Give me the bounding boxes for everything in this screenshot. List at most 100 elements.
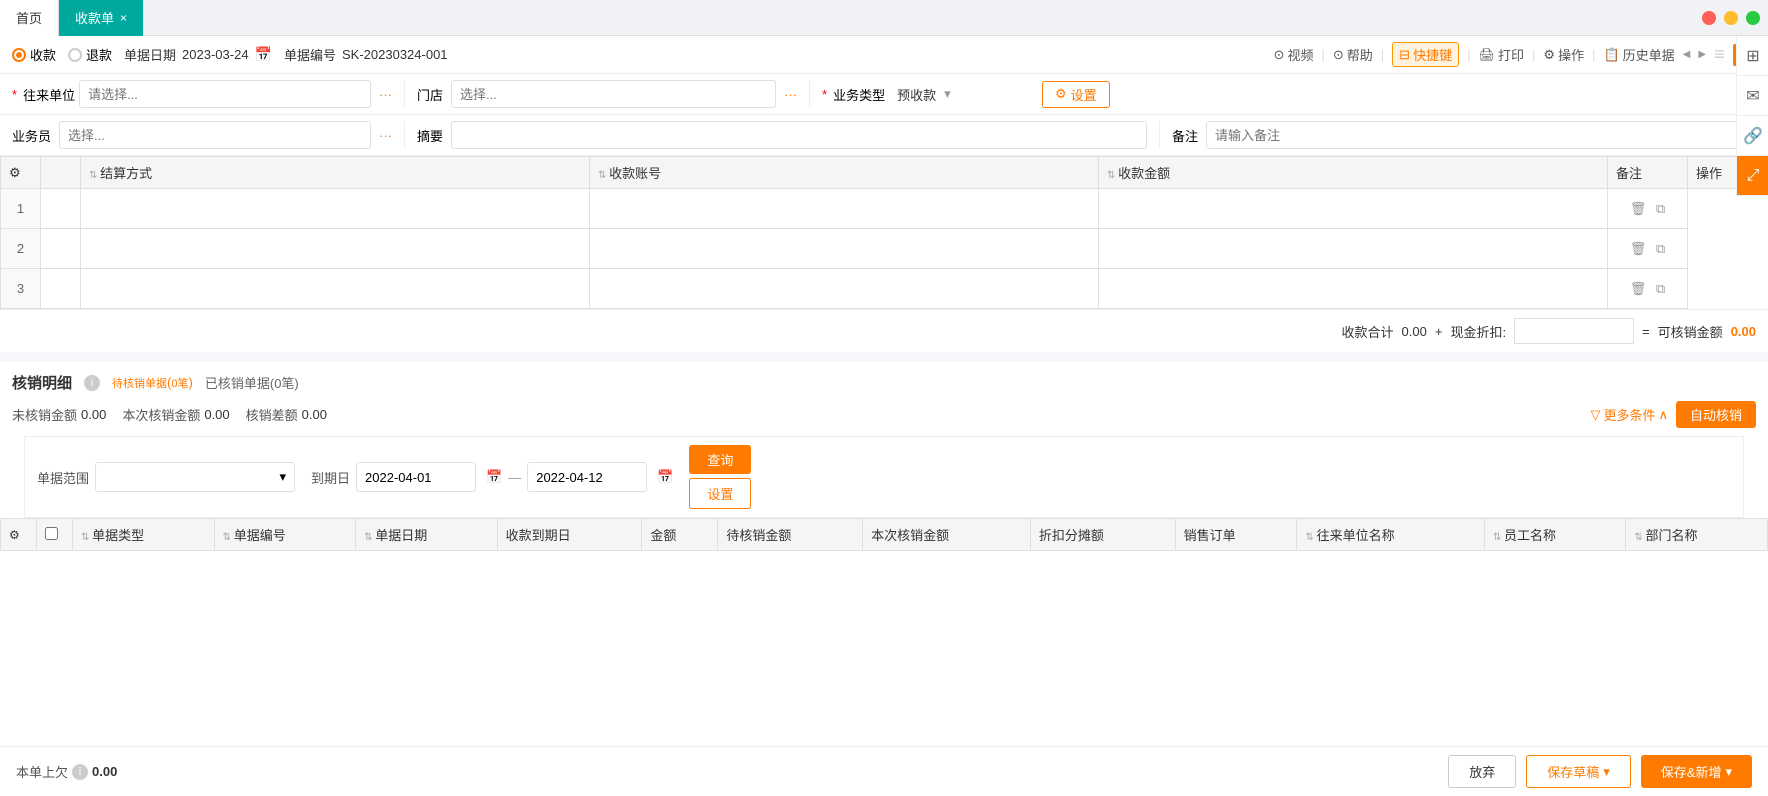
radio-tuikuan[interactable]: 退款 <box>68 45 112 64</box>
tab-close-icon[interactable]: × <box>120 11 127 25</box>
equals-sign: = <box>1642 324 1650 339</box>
calendar-icon[interactable]: 📅 <box>255 46 272 63</box>
business-type-label: 业务类型 <box>833 85 885 104</box>
bth-doc-date: ⇅ 单据日期 <box>356 519 498 551</box>
tab-home[interactable]: 首页 <box>0 0 59 36</box>
draft-arrow[interactable]: ▾ <box>1603 764 1610 780</box>
cell-remark-1[interactable] <box>1099 189 1608 229</box>
win-max-btn[interactable] <box>1746 11 1760 25</box>
radio-shoukuan[interactable]: 收款 <box>12 45 56 64</box>
business-type-value: 预收款 <box>897 85 936 104</box>
summary-input[interactable] <box>451 121 1147 149</box>
chevron-right-icon[interactable]: ▶ <box>1698 49 1706 60</box>
cell-amount-2[interactable] <box>590 229 1099 269</box>
delete-icon-2[interactable]: 🗑 <box>1630 241 1647 256</box>
chevron-left-icon[interactable]: ◀ <box>1683 49 1691 60</box>
cell-remark-3[interactable] <box>1099 269 1608 309</box>
number-label: 单据编号 <box>284 45 336 64</box>
th-account-label: 收款账号 <box>609 166 661 181</box>
th-settle-label: 结算方式 <box>100 166 152 181</box>
store-more-btn[interactable]: ··· <box>784 87 797 102</box>
filter-setting-btn[interactable]: 设置 <box>689 478 751 509</box>
tab-current[interactable]: 收款单 × <box>59 0 143 36</box>
date-from-input[interactable] <box>356 462 476 492</box>
date-value: 2023-03-24 <box>182 47 249 62</box>
sep-4 <box>1159 121 1160 149</box>
video-action[interactable]: ⊙ 视频 <box>1274 45 1314 64</box>
summary-label: 摘要 <box>417 126 443 145</box>
discount-input[interactable] <box>1514 318 1634 344</box>
sidebar-expand-icon[interactable]: ⤢ <box>1737 156 1768 196</box>
pending-tab-link[interactable]: 待核销单据(0笔) <box>112 375 193 391</box>
remark-input[interactable] <box>1206 121 1756 149</box>
draft-btn[interactable]: 保存草稿 ▾ <box>1526 755 1631 788</box>
total-label: 收款合计 <box>1342 322 1394 341</box>
copy-icon-1[interactable]: ⧉ <box>1656 201 1665 216</box>
cell-account-3[interactable] <box>81 269 590 309</box>
history-action[interactable]: 📋 历史单据 <box>1603 45 1674 64</box>
current-val: 0.00 <box>92 764 117 779</box>
completed-tab-link[interactable]: 已核销单据(0笔) <box>205 373 299 392</box>
cell-settle-2[interactable] <box>41 229 81 269</box>
sort-icon-dp: ⇅ <box>1634 532 1645 543</box>
counterpart-more-btn[interactable]: ··· <box>379 87 392 102</box>
footer-info: 本单上欠 i 0.00 <box>16 762 117 781</box>
cal-icon-from[interactable]: 📅 <box>486 469 502 485</box>
win-close-btn[interactable] <box>1702 11 1716 25</box>
list-icon[interactable]: ≡ <box>1714 44 1725 65</box>
sort-icon3: ⇅ <box>1107 170 1118 181</box>
cell-settle-3[interactable] <box>41 269 81 309</box>
dropdown-arrow[interactable]: ▾ <box>944 86 951 102</box>
copy-icon-3[interactable]: ⧉ <box>1656 281 1665 296</box>
form-row-2: 业务员 ··· 摘要 备注 <box>0 115 1768 156</box>
copy-icon-2[interactable]: ⧉ <box>1656 241 1665 256</box>
cell-settle-1[interactable] <box>41 189 81 229</box>
win-min-btn[interactable] <box>1724 11 1738 25</box>
pending-count: 0笔 <box>171 378 188 390</box>
range-select[interactable]: ▾ <box>95 462 295 492</box>
operation-action[interactable]: ⚙ 操作 <box>1543 45 1584 64</box>
counterpart-required: * <box>12 87 17 102</box>
sidebar-attach-icon[interactable]: 🔗 <box>1737 116 1768 156</box>
footer-actions: 放弃 保存草稿 ▾ 保存&新增 ▾ <box>1448 755 1752 788</box>
auto-verify-btn[interactable]: 自动核销 <box>1676 401 1756 428</box>
th-gear[interactable]: ⚙ <box>1 157 41 189</box>
sep3: | <box>1467 47 1470 62</box>
cell-account-1[interactable] <box>81 189 590 229</box>
unchecked-stat: 未核销金额 0.00 <box>12 405 106 424</box>
query-btn[interactable]: 查询 <box>689 445 751 474</box>
cell-remark-2[interactable] <box>1099 229 1608 269</box>
select-all-checkbox[interactable] <box>45 527 58 540</box>
bth-gear[interactable]: ⚙ <box>1 519 37 551</box>
save-btn[interactable]: 保存&新增 ▾ <box>1641 755 1752 788</box>
abandon-btn[interactable]: 放弃 <box>1448 755 1516 788</box>
cell-amount-3[interactable] <box>590 269 1099 309</box>
staff-input[interactable] <box>59 121 371 149</box>
help-action[interactable]: ⊙ 帮助 <box>1333 45 1373 64</box>
form-setting-btn[interactable]: ⚙ 设置 <box>1042 81 1110 108</box>
cell-amount-1[interactable] <box>590 189 1099 229</box>
window-controls <box>1702 11 1768 25</box>
more-conditions-btn[interactable]: ▽ 更多条件 ∧ <box>1590 405 1668 424</box>
sep-1 <box>404 80 405 108</box>
cell-actions-1: 🗑 ⧉ <box>1608 189 1688 229</box>
sidebar-mail-icon[interactable]: ✉ <box>1737 76 1768 116</box>
staff-more-btn[interactable]: ··· <box>379 128 392 143</box>
delete-icon-1[interactable]: 🗑 <box>1630 201 1647 216</box>
cell-account-2[interactable] <box>81 229 590 269</box>
date-to-input[interactable] <box>527 462 647 492</box>
counterpart-input[interactable] <box>79 80 371 108</box>
staff-label: 业务员 <box>12 126 51 145</box>
cal-icon-to[interactable]: 📅 <box>657 469 673 485</box>
delete-icon-3[interactable]: 🗑 <box>1630 281 1647 296</box>
save-arrow[interactable]: ▾ <box>1725 764 1732 780</box>
print-action[interactable]: 🖨 打印 <box>1478 45 1524 64</box>
info-icon[interactable]: i <box>84 375 100 391</box>
radio-shoukuan-label: 收款 <box>30 45 56 64</box>
shortcut-action[interactable]: ⊟ 快捷键 <box>1392 42 1459 67</box>
th-action-label: 操作 <box>1696 166 1722 181</box>
store-input[interactable] <box>451 80 776 108</box>
bottom-table-container: ⚙ ⇅ 单据类型 ⇅ 单据编号 ⇅ 单据日期 <box>0 518 1768 746</box>
current-label: 本单上欠 <box>16 762 68 781</box>
sidebar-table-icon[interactable]: ⊞ <box>1737 36 1768 76</box>
